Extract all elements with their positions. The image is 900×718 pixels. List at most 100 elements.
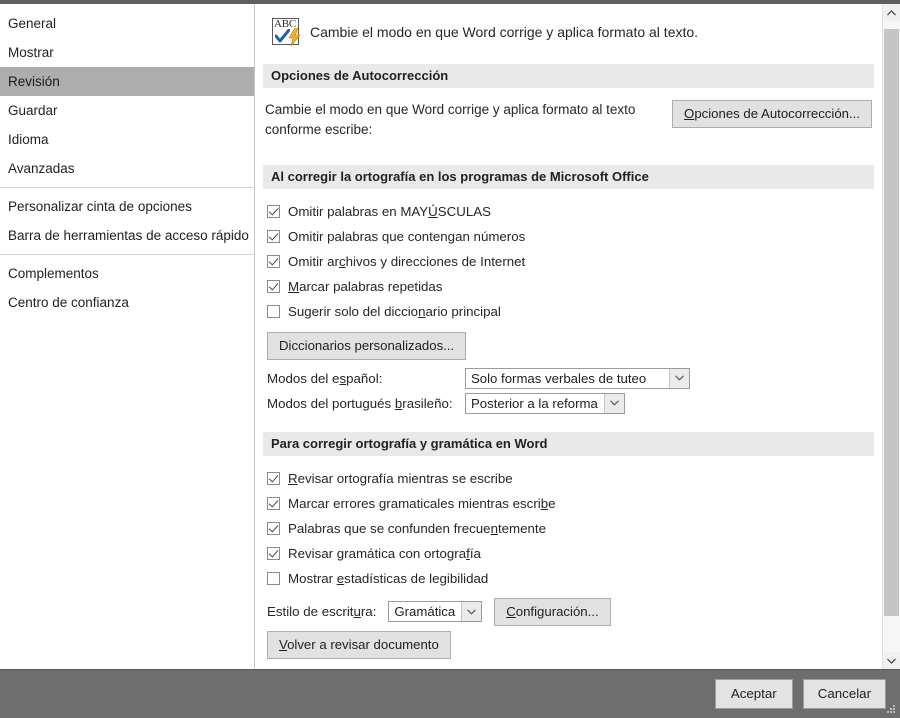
autocorrect-description: Cambie el modo en que Word corrige y apl… (265, 102, 636, 137)
sidebar-item-avanzadas[interactable]: Avanzadas (0, 154, 254, 183)
portuguese-modes-row: Modos del portugués brasileño: Posterior… (255, 391, 882, 416)
checkbox-omitir-archivos-internet[interactable] (267, 255, 280, 269)
writing-style-value: Gramática (394, 604, 456, 620)
checkbox-marcar-repetidas[interactable] (267, 280, 280, 294)
checkbox-row-revisar-gramatica-ortografia[interactable]: Revisar gramática con ortografía (267, 541, 882, 566)
sidebar-item-label: Centro de confianza (8, 295, 129, 310)
checkbox-row-marcar-repetidas[interactable]: Marcar palabras repetidas (267, 274, 882, 299)
checkbox-marcar-errores-gramaticales[interactable] (267, 496, 280, 510)
checkbox-row-omitir-archivos-internet[interactable]: Omitir archivos y direcciones de Interne… (267, 249, 882, 274)
sidebar-item-label: Personalizar cinta de opciones (8, 199, 192, 214)
checkbox-row-revisar-ortografia-escribe[interactable]: Revisar ortografía mientras se escribe (267, 466, 882, 491)
checkbox-label: Omitir palabras en MAYÚSCULAS (288, 204, 491, 220)
grammar-settings-button[interactable]: Configuración... (494, 598, 611, 626)
accept-button[interactable]: Aceptar (714, 679, 793, 709)
checkbox-row-sugerir-diccionario-principal[interactable]: Sugerir solo del diccionario principal (267, 299, 882, 324)
sidebar-item-label: Complementos (8, 266, 99, 281)
sidebar-item-label: Mostrar (8, 45, 54, 60)
portuguese-modes-value: Posterior a la reforma (471, 395, 598, 411)
pane-intro-text: Cambie el modo en que Word corrige y apl… (310, 24, 699, 40)
checkbox-revisar-ortografia-escribe[interactable] (267, 471, 280, 485)
checkbox-palabras-confunden[interactable] (267, 521, 280, 535)
spanish-modes-dropdown[interactable]: Solo formas verbales de tuteo (465, 367, 690, 389)
sidebar-item-revision[interactable]: Revisión (0, 67, 254, 96)
autocorrect-row: Cambie el modo en que Word corrige y apl… (255, 88, 882, 149)
checkbox-label: Omitir archivos y direcciones de Interne… (288, 254, 526, 270)
checkbox-label: Sugerir solo del diccionario principal (288, 304, 501, 320)
recheck-document-button-label: olver a revisar documento (287, 637, 439, 653)
checkbox-row-omitir-mayusculas[interactable]: Omitir palabras en MAYÚSCULAS (267, 199, 882, 224)
pane-intro: ABC Cambie el modo en que Word corrige y… (255, 4, 882, 48)
chevron-down-icon[interactable] (461, 602, 482, 622)
checkbox-row-omitir-numeros[interactable]: Omitir palabras que contengan números (267, 224, 882, 249)
scroll-down-button[interactable] (883, 652, 900, 669)
grammar-settings-button-label: onfiguración... (515, 604, 599, 620)
checkbox-row-palabras-confunden[interactable]: Palabras que se confunden frecuentemente (267, 516, 882, 541)
checkbox-label: Palabras que se confunden frecuentemente (288, 520, 547, 536)
spelling-check-abc-icon: ABC (271, 18, 301, 48)
recheck-document-row: Volver a revisar documento (255, 627, 882, 663)
checkbox-row-mostrar-estadisticas-legibilidad[interactable]: Mostrar estadísticas de legibilidad (267, 566, 882, 591)
dialog-body: General Mostrar Revisión Guardar Idioma … (0, 4, 900, 669)
sidebar-separator (0, 254, 254, 255)
checkbox-label: Revisar gramática con ortografía (288, 545, 481, 561)
sidebar-item-label: General (8, 16, 57, 31)
accel-char: C (506, 604, 516, 620)
section-header-ortografia-office: Al corregir la ortografía en los program… (263, 165, 874, 190)
sidebar-item-mostrar[interactable]: Mostrar (0, 38, 254, 67)
word-options-dialog: General Mostrar Revisión Guardar Idioma … (0, 0, 900, 718)
cancel-button[interactable]: Cancelar (802, 679, 886, 709)
autocorrect-options-button[interactable]: Opciones de Autocorrección... (672, 100, 872, 128)
writing-style-dropdown[interactable]: Gramática (388, 601, 483, 623)
sidebar-item-idioma[interactable]: Idioma (0, 125, 254, 154)
spanish-modes-value: Solo formas verbales de tuteo (471, 370, 647, 386)
autocorrect-options-button-label: pciones de Autocorrección... (694, 106, 860, 121)
sidebar-item-barra-acceso-rapido[interactable]: Barra de herramientas de acceso rápido (0, 221, 254, 250)
custom-dictionaries-button[interactable]: Diccionarios personalizados... (267, 332, 467, 360)
spanish-modes-label: Modos del español: (267, 370, 383, 386)
sidebar-separator (0, 187, 254, 188)
checkbox-label: Marcar palabras repetidas (288, 279, 443, 295)
revision-pane: ABC Cambie el modo en que Word corrige y… (255, 4, 882, 669)
sidebar-item-label: Idioma (8, 132, 49, 147)
portuguese-modes-dropdown[interactable]: Posterior a la reforma (465, 392, 625, 414)
recheck-document-button[interactable]: Volver a revisar documento (267, 631, 451, 659)
checkbox-revisar-gramatica-ortografia[interactable] (267, 546, 280, 560)
chevron-down-icon[interactable] (669, 368, 689, 388)
section-header-ortografia-gramatica-word: Para corregir ortografía y gramática en … (263, 431, 874, 456)
sidebar-item-centro-confianza[interactable]: Centro de confianza (0, 288, 254, 317)
content-scrollbar[interactable] (882, 4, 900, 669)
scrollbar-thumb[interactable] (884, 29, 899, 616)
sidebar-item-guardar[interactable]: Guardar (0, 96, 254, 125)
dialog-footer: Aceptar Cancelar (0, 669, 900, 718)
writing-style-label: Estilo de escritura: (267, 604, 377, 620)
sidebar-item-complementos[interactable]: Complementos (0, 259, 254, 288)
sidebar-item-personalizar-cinta[interactable]: Personalizar cinta de opciones (0, 192, 254, 221)
chevron-up-icon (887, 9, 896, 15)
sidebar-item-label: Guardar (8, 103, 58, 118)
writing-style-row: Estilo de escritura: Gramática Configura… (255, 597, 882, 627)
checkbox-omitir-mayusculas[interactable] (267, 205, 280, 219)
sidebar-item-label: Revisión (8, 74, 60, 89)
accel-char: V (279, 637, 288, 653)
checkbox-sugerir-diccionario-principal[interactable] (267, 305, 280, 319)
checkbox-mostrar-estadisticas-legibilidad[interactable] (267, 571, 280, 585)
dictionaries-button-row: Diccionarios personalizados... (255, 326, 882, 366)
checkbox-label: Marcar errores gramaticales mientras esc… (288, 495, 556, 511)
checkbox-label: Omitir palabras que contengan números (288, 229, 526, 245)
resize-grip[interactable] (885, 703, 897, 715)
checkbox-label: Revisar ortografía mientras se escribe (288, 470, 513, 486)
checkbox-row-marcar-errores-gramaticales[interactable]: Marcar errores gramaticales mientras esc… (267, 491, 882, 516)
checkbox-omitir-numeros[interactable] (267, 230, 280, 244)
options-sidebar: General Mostrar Revisión Guardar Idioma … (0, 4, 255, 669)
checkbox-label: Mostrar estadísticas de legibilidad (288, 570, 489, 586)
sidebar-item-label: Barra de herramientas de acceso rápido (8, 228, 249, 243)
scrollbar-track[interactable] (883, 21, 900, 652)
scroll-up-button[interactable] (883, 4, 900, 21)
sidebar-item-general[interactable]: General (0, 9, 254, 38)
options-content-wrap: ABC Cambie el modo en que Word corrige y… (255, 4, 900, 669)
portuguese-modes-label: Modos del portugués brasileño: (267, 395, 453, 411)
word-grammar-checkbox-list: Revisar ortografía mientras se escribe M… (255, 456, 882, 593)
chevron-down-icon[interactable] (603, 393, 624, 413)
spanish-modes-row: Modos del español: Solo formas verbales … (255, 366, 882, 391)
